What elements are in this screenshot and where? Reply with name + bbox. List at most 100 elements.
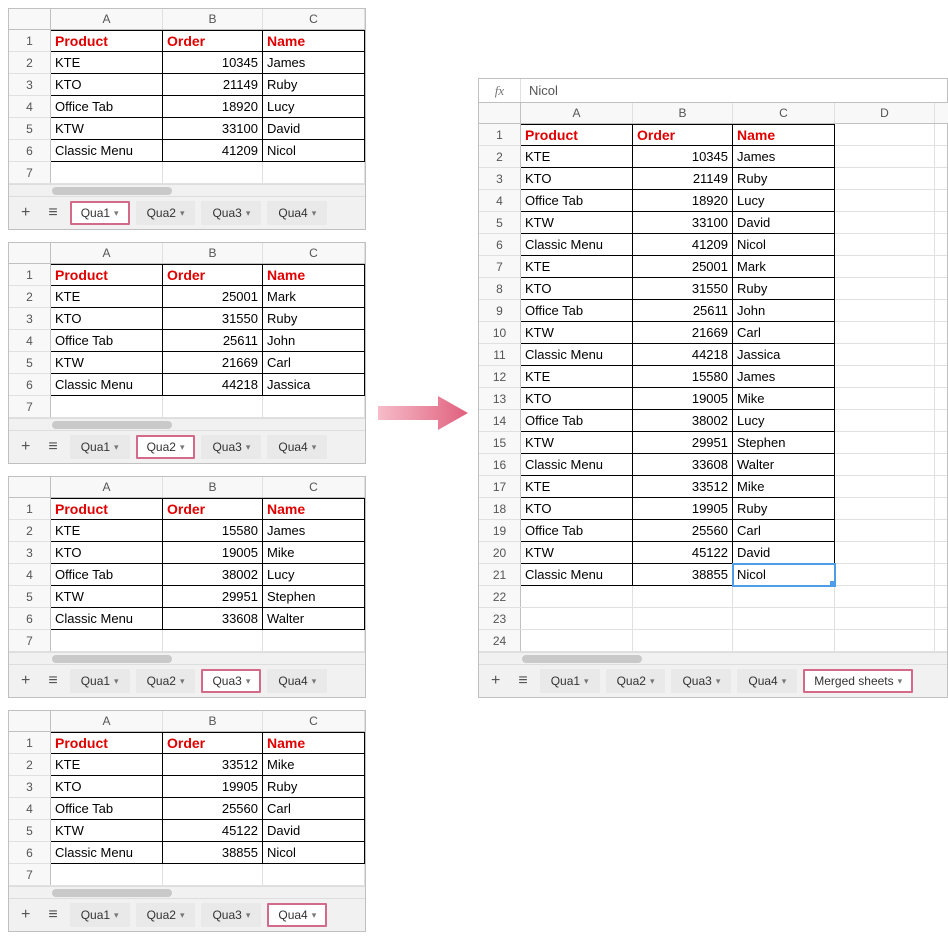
cell[interactable]: Nicol — [733, 564, 835, 586]
cell[interactable]: 10345 — [163, 52, 263, 74]
cell[interactable]: Nicol — [263, 140, 365, 162]
all-sheets-icon[interactable]: ≡ — [42, 672, 63, 690]
cell[interactable]: 33100 — [163, 118, 263, 140]
cell[interactable]: Lucy — [733, 190, 835, 212]
cell[interactable]: 15580 — [633, 366, 733, 388]
sheet-tab-qua2[interactable]: Qua2▾ — [136, 903, 196, 927]
row-number[interactable]: 4 — [479, 190, 521, 211]
col-header-c[interactable]: C — [733, 103, 835, 123]
cell[interactable]: David — [263, 118, 365, 140]
cell[interactable]: 44218 — [633, 344, 733, 366]
horizontal-scrollbar[interactable] — [9, 652, 365, 664]
cell[interactable]: Mike — [733, 388, 835, 410]
row-number[interactable]: 9 — [479, 300, 521, 321]
cell[interactable]: 25001 — [633, 256, 733, 278]
row-number[interactable]: 2 — [479, 146, 521, 167]
row-number[interactable]: 8 — [479, 278, 521, 299]
row-number[interactable]: 14 — [479, 410, 521, 431]
cell[interactable]: Office Tab — [521, 300, 633, 322]
row-number[interactable]: 2 — [9, 52, 51, 73]
cell[interactable]: Ruby — [733, 498, 835, 520]
add-sheet-icon[interactable]: + — [15, 204, 36, 222]
col-header-a[interactable]: A — [51, 243, 163, 263]
cell[interactable]: Classic Menu — [521, 564, 633, 586]
horizontal-scrollbar[interactable] — [9, 184, 365, 196]
row-number[interactable]: 7 — [9, 162, 51, 183]
cell[interactable]: 19905 — [633, 498, 733, 520]
cell[interactable]: 31550 — [633, 278, 733, 300]
add-sheet-icon[interactable]: + — [485, 672, 506, 690]
cell[interactable]: Jassica — [733, 344, 835, 366]
cell[interactable]: 41209 — [633, 234, 733, 256]
cell[interactable]: KTE — [521, 366, 633, 388]
sheet-tab-qua3[interactable]: Qua3▾ — [201, 435, 261, 459]
cell[interactable]: Lucy — [733, 410, 835, 432]
cell[interactable]: Ruby — [733, 278, 835, 300]
cell[interactable]: Mike — [733, 476, 835, 498]
cell[interactable]: John — [733, 300, 835, 322]
row-number[interactable]: 12 — [479, 366, 521, 387]
cell[interactable]: 29951 — [633, 432, 733, 454]
row-number[interactable]: 5 — [9, 118, 51, 139]
row-number[interactable]: 10 — [479, 322, 521, 343]
col-header-b[interactable]: B — [163, 243, 263, 263]
row-number[interactable]: 1 — [9, 30, 51, 51]
cell[interactable]: 33512 — [633, 476, 733, 498]
cell[interactable]: Ruby — [733, 168, 835, 190]
cell[interactable]: 10345 — [633, 146, 733, 168]
sheet-tab-qua2[interactable]: Qua2▾ — [136, 435, 196, 459]
cell[interactable]: Office Tab — [51, 96, 163, 118]
col-header-b[interactable]: B — [633, 103, 733, 123]
cell[interactable]: KTW — [521, 542, 633, 564]
cell[interactable]: Walter — [733, 454, 835, 476]
cell[interactable]: Classic Menu — [521, 344, 633, 366]
cell[interactable]: Ruby — [263, 74, 365, 96]
formula-value[interactable]: Nicol — [521, 83, 558, 98]
sheet-tab-qua4[interactable]: Qua4▾ — [267, 669, 327, 693]
row-number[interactable]: 5 — [479, 212, 521, 233]
cell[interactable]: 18920 — [163, 96, 263, 118]
cell[interactable]: Carl — [733, 322, 835, 344]
cell-header-product[interactable]: Product — [51, 30, 163, 52]
horizontal-scrollbar[interactable] — [9, 418, 365, 430]
sheet-tab-qua1[interactable]: Qua1▾ — [540, 669, 600, 693]
cell[interactable]: Classic Menu — [51, 140, 163, 162]
cell[interactable]: 38855 — [633, 564, 733, 586]
cell[interactable]: David — [733, 542, 835, 564]
cell[interactable]: 18920 — [633, 190, 733, 212]
cell[interactable]: KTW — [51, 118, 163, 140]
cell[interactable]: KTO — [521, 168, 633, 190]
cell[interactable]: 45122 — [633, 542, 733, 564]
row-number[interactable]: 21 — [479, 564, 521, 585]
sheet-tab-qua4[interactable]: Qua4▾ — [267, 903, 327, 927]
row-number[interactable]: 20 — [479, 542, 521, 563]
sheet-tab-qua1[interactable]: Qua1▾ — [70, 669, 130, 693]
col-header-b[interactable]: B — [163, 9, 263, 29]
col-header-c[interactable]: C — [263, 9, 365, 29]
row-number[interactable]: 1 — [9, 264, 51, 285]
cell[interactable]: KTO — [521, 278, 633, 300]
cell[interactable]: 38002 — [633, 410, 733, 432]
cell[interactable]: David — [733, 212, 835, 234]
cell[interactable]: KTO — [521, 388, 633, 410]
select-all-corner[interactable] — [9, 243, 51, 263]
col-header-d[interactable]: D — [835, 103, 935, 123]
cell[interactable]: Office Tab — [521, 410, 633, 432]
sheet-tab-qua4[interactable]: Qua4▾ — [267, 201, 327, 225]
cell[interactable]: Office Tab — [521, 520, 633, 542]
cell[interactable]: James — [733, 146, 835, 168]
cell[interactable]: 19005 — [633, 388, 733, 410]
horizontal-scrollbar[interactable] — [479, 652, 947, 664]
cell[interactable]: Classic Menu — [521, 454, 633, 476]
select-all-corner[interactable] — [9, 9, 51, 29]
cell[interactable]: KTE — [51, 52, 163, 74]
row-number[interactable]: 13 — [479, 388, 521, 409]
cell-header-order[interactable]: Order — [163, 30, 263, 52]
row-number[interactable]: 4 — [9, 96, 51, 117]
all-sheets-icon[interactable]: ≡ — [512, 672, 533, 690]
cell[interactable]: Stephen — [733, 432, 835, 454]
sheet-tab-qua2[interactable]: Qua2▾ — [136, 669, 196, 693]
row-number[interactable]: 7 — [479, 256, 521, 277]
cell[interactable]: James — [733, 366, 835, 388]
sheet-tab-qua1[interactable]: Qua1▾ — [70, 903, 130, 927]
